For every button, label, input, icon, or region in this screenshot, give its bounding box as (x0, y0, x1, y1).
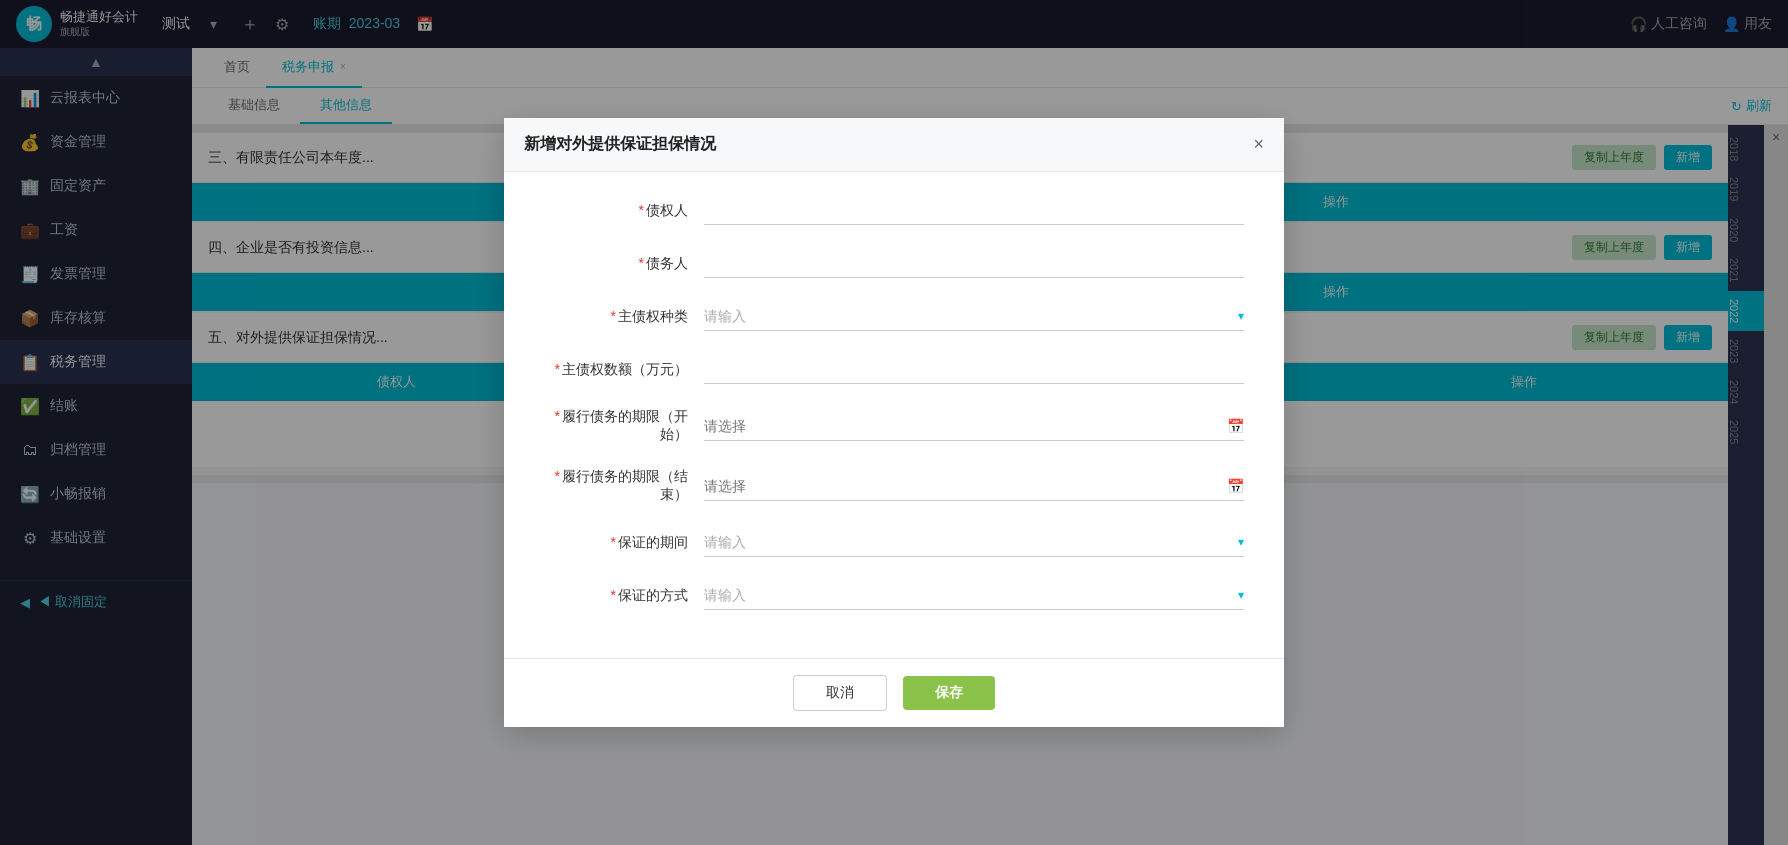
guarantee-period-dropdown-icon: ▾ (1238, 535, 1244, 549)
form-row-guarantee-method: *保证的方式 请输入 ▾ (544, 581, 1244, 610)
claim-type-dropdown-icon: ▾ (1238, 309, 1244, 323)
form-row-guarantee-period: *保证的期间 请输入 ▾ (544, 528, 1244, 557)
save-button[interactable]: 保存 (903, 676, 995, 710)
claim-amount-label: *主债权数额（万元） (544, 361, 704, 379)
guarantee-method-dropdown-icon: ▾ (1238, 588, 1244, 602)
form-row-claim-amount: *主债权数额（万元） (544, 355, 1244, 384)
dialog-header: 新增对外提供保证担保情况 × (504, 118, 1284, 172)
guarantee-method-select[interactable]: 请输入 (704, 581, 1244, 609)
period-start-calendar-icon[interactable]: 📅 (1227, 418, 1244, 434)
form-row-creditor: *债权人 (544, 196, 1244, 225)
claim-type-label: *主债权种类 (544, 308, 704, 326)
claim-type-select-wrapper: 请输入 ▾ (704, 302, 1244, 331)
period-end-calendar-icon[interactable]: 📅 (1227, 478, 1244, 494)
creditor-label: *债权人 (544, 202, 704, 220)
period-start-date-wrapper: 📅 (704, 412, 1244, 441)
dialog-close-button[interactable]: × (1253, 134, 1264, 155)
debtor-input[interactable] (704, 249, 1244, 278)
dialog-body: *债权人 *债务人 *主债权种类 请输入 (504, 172, 1284, 658)
form-row-debtor: *债务人 (544, 249, 1244, 278)
period-end-date-wrapper: 📅 (704, 472, 1244, 501)
claim-type-select[interactable]: 请输入 (704, 302, 1244, 330)
form-row-period-start: *履行债务的期限（开始） 📅 (544, 408, 1244, 444)
guarantee-period-label: *保证的期间 (544, 534, 704, 552)
guarantee-period-select-wrapper: 请输入 ▾ (704, 528, 1244, 557)
dialog-footer: 取消 保存 (504, 658, 1284, 727)
add-guarantee-dialog: 新增对外提供保证担保情况 × *债权人 *债务人 *主债权种类 (504, 118, 1284, 727)
period-start-input[interactable] (704, 412, 1244, 440)
debtor-label: *债务人 (544, 255, 704, 273)
period-end-label: *履行债务的期限（结束） (544, 468, 704, 504)
dialog-overlay: 新增对外提供保证担保情况 × *债权人 *债务人 *主债权种类 (0, 0, 1788, 845)
guarantee-period-select[interactable]: 请输入 (704, 528, 1244, 556)
dialog-title: 新增对外提供保证担保情况 (524, 134, 716, 155)
guarantee-method-select-wrapper: 请输入 ▾ (704, 581, 1244, 610)
creditor-input[interactable] (704, 196, 1244, 225)
period-end-input[interactable] (704, 472, 1244, 500)
guarantee-method-label: *保证的方式 (544, 587, 704, 605)
form-row-claim-type: *主债权种类 请输入 ▾ (544, 302, 1244, 331)
period-start-label: *履行债务的期限（开始） (544, 408, 704, 444)
form-row-period-end: *履行债务的期限（结束） 📅 (544, 468, 1244, 504)
claim-amount-input[interactable] (704, 355, 1244, 384)
cancel-button[interactable]: 取消 (793, 675, 887, 711)
